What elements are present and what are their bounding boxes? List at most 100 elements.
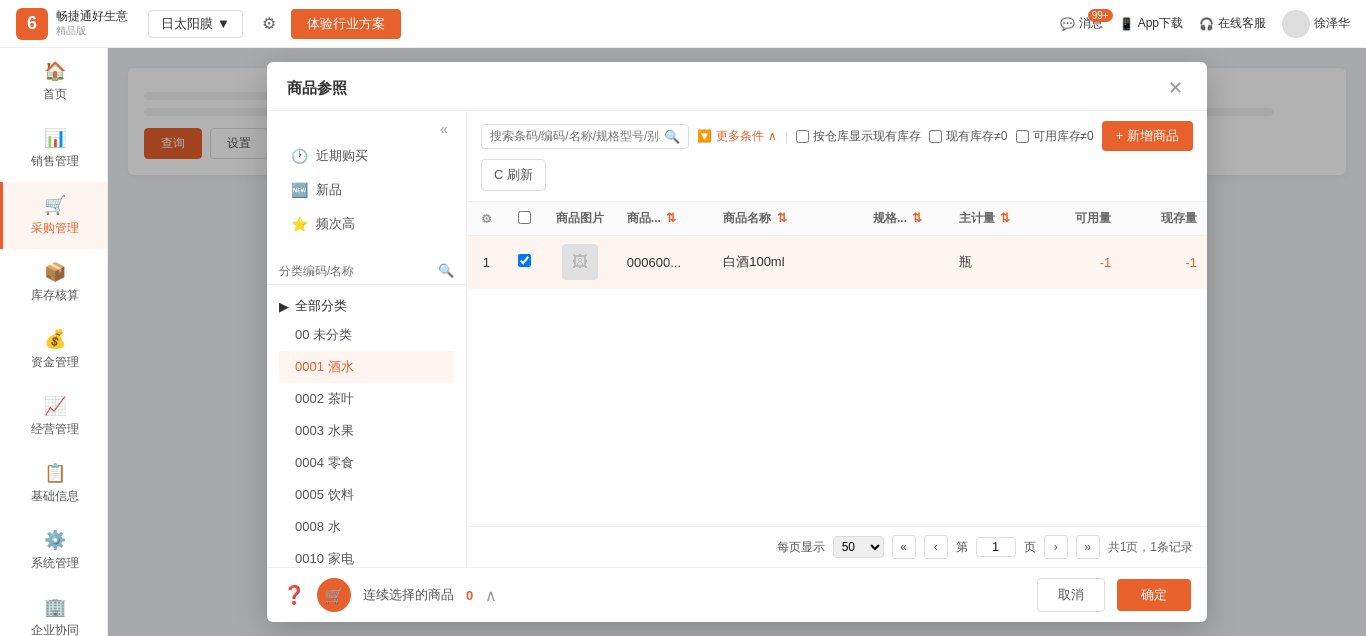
col-code-header[interactable]: 商品... ⇅ <box>617 202 713 236</box>
cart-icon[interactable]: 🛒 <box>317 578 351 612</box>
available-checkbox[interactable] <box>1016 130 1029 143</box>
code-sort-icon: ⇅ <box>666 211 676 225</box>
cat-item-fruit[interactable]: 0003 水果 <box>279 415 454 447</box>
sidebar-item-purchase[interactable]: 🛒 采购管理 <box>0 182 107 249</box>
warehouse-checkbox[interactable] <box>796 130 809 143</box>
sidebar-item-home[interactable]: 🏠 首页 <box>0 48 107 115</box>
user-item[interactable]: 徐泽华 <box>1282 10 1350 38</box>
sidebar-item-operation[interactable]: 📈 经营管理 <box>0 383 107 450</box>
col-avail-header: 可用量 <box>1025 202 1121 236</box>
sidebar-item-enterprise[interactable]: 🏢 企业协同 <box>0 584 107 636</box>
cancel-button[interactable]: 取消 <box>1037 578 1105 612</box>
nav-selector[interactable]: 日太阳膜 ▼ <box>148 10 243 38</box>
selected-label: 连续选择的商品 <box>363 586 454 604</box>
check-warehouse[interactable]: 按仓库显示现有库存 <box>796 128 921 145</box>
gear-icon[interactable]: ⚙ <box>255 10 283 38</box>
nav-right: 💬 消息 99+ 📱 App下载 🎧 在线客服 徐泽华 <box>1060 10 1350 38</box>
filter-icon: 🔽 <box>697 129 712 143</box>
confirm-button[interactable]: 确定 <box>1117 579 1191 611</box>
pagination: 每页显示 10 20 50 100 « ‹ 第 页 <box>467 526 1207 567</box>
sidebar-label-finance: 资金管理 <box>31 354 79 371</box>
table-row[interactable]: 1 🖼 <box>467 236 1207 289</box>
cat-item-snack[interactable]: 0004 零食 <box>279 447 454 479</box>
more-filters-label: 更多条件 <box>716 128 764 145</box>
chevron-up-icon: ∧ <box>768 129 777 143</box>
available-label: 可用库存≠0 <box>1033 128 1094 145</box>
product-search-input[interactable] <box>490 129 660 143</box>
sidebar-label-home: 首页 <box>43 86 67 103</box>
add-product-button[interactable]: + 新增商品 <box>1102 121 1193 151</box>
service-label: 在线客服 <box>1218 15 1266 32</box>
product-search-box: 🔍 <box>481 124 689 149</box>
filter-separator: | <box>785 129 788 144</box>
sidebar-item-sales[interactable]: 📊 销售管理 <box>0 115 107 182</box>
freq-label: 频次高 <box>316 215 355 233</box>
trial-button[interactable]: 体验行业方案 <box>291 9 401 39</box>
collapse-footer-icon[interactable]: ∧ <box>485 586 497 605</box>
cat-item-water[interactable]: 0008 水 <box>279 511 454 543</box>
avatar <box>1282 10 1310 38</box>
last-page-button[interactable]: » <box>1076 535 1100 559</box>
next-page-button[interactable]: › <box>1044 535 1068 559</box>
refresh-button[interactable]: C 刷新 <box>481 159 546 191</box>
all-category-item[interactable]: ▶ 全部分类 <box>279 293 454 319</box>
category-search-icon[interactable]: 🔍 <box>438 263 454 278</box>
product-table-wrap: ⚙ 商品图片 商品... ⇅ <box>467 202 1207 526</box>
enterprise-icon: 🏢 <box>44 596 66 618</box>
cat-item-uncategorized[interactable]: 00 未分类 <box>279 319 454 351</box>
recent-label: 近期购买 <box>316 147 368 165</box>
quick-item-freq[interactable]: ⭐ 频次高 <box>279 207 454 241</box>
product-search-icon[interactable]: 🔍 <box>664 129 680 144</box>
col-name-header[interactable]: 商品名称 ⇅ <box>713 202 863 236</box>
cat-item-appliance[interactable]: 0010 家电 <box>279 543 454 567</box>
service-item[interactable]: 🎧 在线客服 <box>1199 15 1266 32</box>
existing-checkbox[interactable] <box>929 130 942 143</box>
check-available[interactable]: 可用库存≠0 <box>1016 128 1094 145</box>
select-all-checkbox[interactable] <box>518 211 531 224</box>
logo-area: 6 畅捷通好生意 精品版 <box>16 8 128 40</box>
row-checkbox[interactable] <box>518 254 531 267</box>
row-image-cell: 🖼 <box>544 236 617 289</box>
row-num: 1 <box>467 236 506 289</box>
col-spec-header[interactable]: 规格... ⇅ <box>863 202 949 236</box>
sidebar-item-basic[interactable]: 📋 基础信息 <box>0 450 107 517</box>
app-download-item[interactable]: 📱 App下载 <box>1119 15 1183 32</box>
app-icon: 📱 <box>1119 17 1134 31</box>
cat-item-drink[interactable]: 0005 饮料 <box>279 479 454 511</box>
name-sort-icon: ⇅ <box>777 211 787 225</box>
more-filters-button[interactable]: 🔽 更多条件 ∧ <box>697 128 777 145</box>
prev-page-button[interactable]: ‹ <box>924 535 948 559</box>
col-spec-label: 规格... <box>873 211 907 225</box>
sidebar-label-sales: 销售管理 <box>31 153 79 170</box>
sidebar-item-finance[interactable]: 💰 资金管理 <box>0 316 107 383</box>
page-number-input[interactable] <box>976 537 1016 557</box>
col-settings[interactable]: ⚙ <box>467 202 506 236</box>
sidebar-item-inventory[interactable]: 📦 库存核算 <box>0 249 107 316</box>
basic-icon: 📋 <box>44 462 66 484</box>
category-search-input[interactable] <box>279 264 432 278</box>
collapse-button[interactable]: « <box>434 119 454 139</box>
spec-sort-icon: ⇅ <box>912 211 922 225</box>
quick-item-recent[interactable]: 🕐 近期购买 <box>279 139 454 173</box>
operation-icon: 📈 <box>44 395 66 417</box>
cat-item-liquor[interactable]: 0001 酒水 <box>279 351 454 383</box>
page-size-select[interactable]: 10 20 50 100 <box>833 536 884 558</box>
modal-close-button[interactable]: ✕ <box>1163 76 1187 100</box>
cat-item-tea[interactable]: 0002 茶叶 <box>279 383 454 415</box>
product-table: ⚙ 商品图片 商品... ⇅ <box>467 202 1207 289</box>
col-image-header: 商品图片 <box>544 202 617 236</box>
product-image: 🖼 <box>562 244 598 280</box>
col-unit-header[interactable]: 主计量 ⇅ <box>949 202 1025 236</box>
check-existing[interactable]: 现有库存≠0 <box>929 128 1007 145</box>
quick-item-new[interactable]: 🆕 新品 <box>279 173 454 207</box>
selector-label: 日太阳膜 <box>161 15 213 33</box>
page-suffix: 页 <box>1024 539 1036 556</box>
message-item[interactable]: 💬 消息 99+ <box>1060 15 1103 32</box>
first-page-button[interactable]: « <box>892 535 916 559</box>
left-panel-top: « 🕐 近期购买 🆕 新品 ⭐ <box>267 119 466 249</box>
sidebar-label-purchase: 采购管理 <box>31 220 79 237</box>
help-icon[interactable]: ❓ <box>283 584 305 606</box>
sales-icon: 📊 <box>44 127 66 149</box>
sidebar-item-system[interactable]: ⚙️ 系统管理 <box>0 517 107 584</box>
row-avail: -1 <box>1025 236 1121 289</box>
